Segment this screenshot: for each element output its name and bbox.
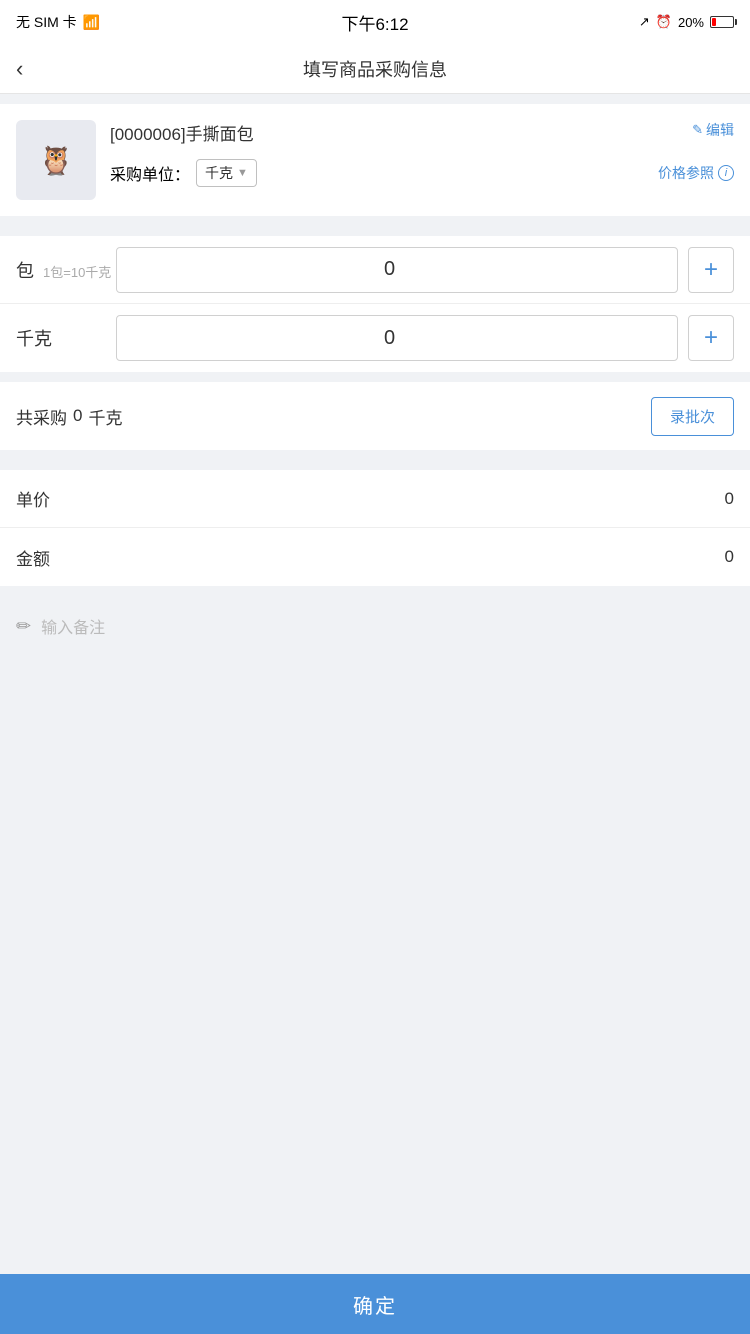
total-section: 共采购 0 千克 录批次 <box>0 382 750 450</box>
bao-label: 包 <box>16 261 34 281</box>
battery-fill <box>712 18 716 26</box>
battery-box <box>710 16 734 28</box>
unit-selector-area: 采购单位： 千克 ▼ <box>110 159 257 187</box>
unit-select-dropdown[interactable]: 千克 ▼ <box>196 159 257 187</box>
edit-label: 编辑 <box>706 120 734 140</box>
bao-sublabel: 1包=10千克 <box>43 265 111 280</box>
product-name: [0000006]手撕面包 <box>110 120 254 145</box>
alarm-icon: ⏰ <box>656 14 672 30</box>
record-batch-button[interactable]: 录批次 <box>651 397 734 436</box>
status-carrier: 无 SIM 卡 📶 <box>16 12 100 32</box>
battery-icon <box>710 16 734 28</box>
unit-select-value: 千克 <box>205 163 233 183</box>
product-image: 🦉 <box>16 120 96 200</box>
unit-price-value: 0 <box>725 489 734 509</box>
status-time: 下午6:12 <box>341 10 408 35</box>
price-section: 单价 0 金额 0 <box>0 470 750 586</box>
quantity-input-bao[interactable] <box>116 247 678 293</box>
quantity-label-kg: 千克 <box>16 325 116 351</box>
divider-1 <box>0 216 750 226</box>
price-ref-label: 价格参照 <box>658 163 714 183</box>
amount-row: 金额 0 <box>0 528 750 586</box>
quantity-row-bao: 包 1包=10千克 + <box>0 236 750 304</box>
quantity-input-kg[interactable] <box>116 315 678 361</box>
product-card: 🦉 [0000006]手撕面包 ✎ 编辑 采购单位： 千克 ▼ 价格参照 i <box>0 104 750 216</box>
confirm-button[interactable]: 确定 <box>0 1274 750 1334</box>
page-title: 填写商品采购信息 <box>303 56 447 82</box>
total-prefix: 共采购 <box>16 404 67 429</box>
status-right: ↗ ⏰ 20% <box>639 14 734 30</box>
unit-row: 采购单位： 千克 ▼ 价格参照 i <box>110 159 734 187</box>
edit-icon: ✎ <box>692 122 703 138</box>
status-bar: 无 SIM 卡 📶 下午6:12 ↗ ⏰ 20% <box>0 0 750 44</box>
total-unit: 千克 <box>88 404 122 429</box>
pencil-icon: ✏ <box>16 616 31 637</box>
kg-label: 千克 <box>16 329 52 349</box>
notes-placeholder: 输入备注 <box>41 614 105 638</box>
quantity-input-wrapper-kg: + <box>116 315 734 361</box>
product-header: [0000006]手撕面包 ✎ 编辑 <box>110 120 734 145</box>
location-icon: ↗ <box>639 14 650 30</box>
quantity-plus-kg[interactable]: + <box>688 315 734 361</box>
battery-pct: 20% <box>678 15 704 30</box>
back-button[interactable]: ‹ <box>16 48 31 90</box>
price-ref-info-icon: i <box>718 165 734 181</box>
quantity-label-bao: 包 1包=10千克 <box>16 257 116 283</box>
chevron-down-icon: ▼ <box>237 167 248 179</box>
amount-value: 0 <box>725 547 734 567</box>
carrier-text: 无 SIM 卡 <box>16 12 77 32</box>
quantity-input-wrapper-bao: + <box>116 247 734 293</box>
amount-label: 金额 <box>16 545 50 570</box>
wifi-icon: 📶 <box>83 14 100 31</box>
edit-button[interactable]: ✎ 编辑 <box>692 120 734 140</box>
content-spacer <box>0 656 750 1274</box>
product-logo: 🦉 <box>39 144 74 177</box>
price-reference-button[interactable]: 价格参照 i <box>658 163 734 183</box>
unit-label: 采购单位： <box>110 161 190 185</box>
unit-price-row: 单价 0 <box>0 470 750 528</box>
divider-2 <box>0 450 750 460</box>
nav-bar: ‹ 填写商品采购信息 <box>0 44 750 94</box>
quantity-section: 包 1包=10千克 + 千克 + <box>0 236 750 372</box>
quantity-row-kg: 千克 + <box>0 304 750 372</box>
notes-section[interactable]: ✏ 输入备注 <box>0 596 750 656</box>
total-label-area: 共采购 0 千克 <box>16 404 122 429</box>
product-info: [0000006]手撕面包 ✎ 编辑 采购单位： 千克 ▼ 价格参照 i <box>110 120 734 187</box>
unit-price-label: 单价 <box>16 486 50 511</box>
quantity-plus-bao[interactable]: + <box>688 247 734 293</box>
total-value: 0 <box>73 406 82 426</box>
